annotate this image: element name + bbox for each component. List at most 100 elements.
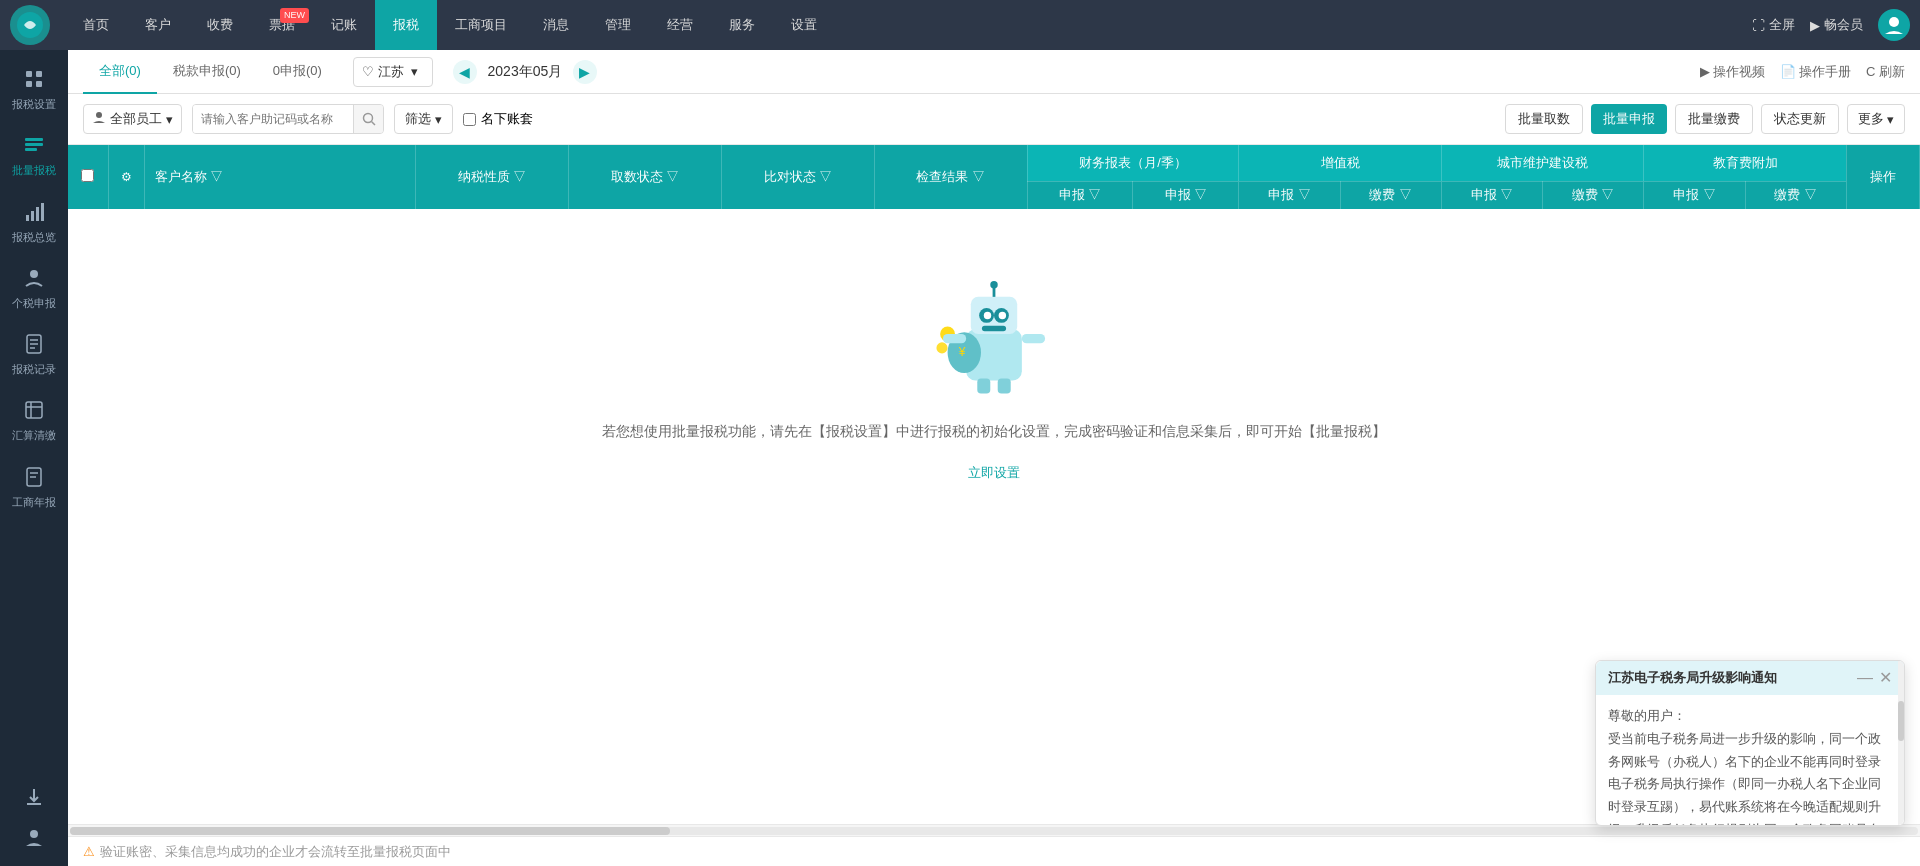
popup-header: 江苏电子税务局升级影响通知 — ✕ [1596, 661, 1904, 695]
svg-point-34 [998, 312, 1005, 319]
batch-fetch-button[interactable]: 批量取数 [1505, 104, 1583, 134]
th-fetch-status: 取数状态 ▽ [569, 145, 722, 209]
search-button[interactable] [353, 105, 383, 133]
sidebar-item-settlement[interactable]: 汇算清缴 [0, 386, 68, 452]
th-vat: 增值税 [1239, 145, 1442, 181]
svg-point-13 [30, 270, 38, 278]
robot-illustration: ¥ [929, 269, 1059, 399]
sidebar-item-batch-tax[interactable]: 批量报税 [0, 121, 68, 187]
nav-service[interactable]: 服务 [711, 0, 773, 50]
nav-business[interactable]: 工商项目 [437, 0, 525, 50]
nav-client[interactable]: 客户 [127, 0, 189, 50]
svg-rect-42 [943, 334, 966, 343]
svg-rect-35 [982, 326, 1006, 332]
scroll-thumb[interactable] [70, 827, 670, 835]
svg-rect-12 [41, 203, 44, 221]
scroll-track [70, 827, 1918, 835]
status-update-button[interactable]: 状态更新 [1761, 104, 1839, 134]
manual-icon: 📄 [1780, 64, 1796, 79]
annual-report-icon [20, 463, 48, 491]
tab-bar: 全部(0) 税款申报(0) 0申报(0) ♡ 江苏 ▾ ◀ 2023年05月 ▶ [68, 50, 1920, 94]
tax-records-icon [20, 330, 48, 358]
operation-video-button[interactable]: ▶ 操作视频 [1700, 63, 1765, 81]
nav-operation[interactable]: 经营 [649, 0, 711, 50]
fullscreen-icon: ⛶ [1752, 18, 1765, 33]
tab-tax-declaration[interactable]: 税款申报(0) [157, 50, 257, 94]
sidebar-bottom [0, 779, 68, 866]
popup-minimize-button[interactable]: — [1857, 670, 1873, 686]
nav-settings-top[interactable]: 设置 [773, 0, 835, 50]
operation-manual-button[interactable]: 📄 操作手册 [1780, 63, 1851, 81]
region-selector[interactable]: ♡ 江苏 ▾ [353, 57, 433, 87]
sidebar-item-tax-records[interactable]: 报税记录 [0, 320, 68, 386]
select-all-checkbox[interactable] [81, 169, 94, 182]
popup-content: 尊敬的用户： 受当前电子税务局进一步升级的影响，同一个政务网账号（办税人）名下的… [1608, 705, 1892, 825]
filter-button[interactable]: 筛选 ▾ [394, 104, 453, 134]
sidebar-item-annual-report[interactable]: 工商年报 [0, 453, 68, 519]
batch-declare-button[interactable]: 批量申报 [1591, 104, 1667, 134]
th-client-name: 客户名称 ▽ [144, 145, 416, 209]
popup-scroll-thumb[interactable] [1898, 701, 1904, 741]
refresh-button[interactable]: C 刷新 [1866, 63, 1905, 81]
th-financial-pay: 申报 ▽ [1133, 181, 1239, 209]
sidebar-label-personal-tax: 个税申报 [12, 296, 56, 310]
tab-all[interactable]: 全部(0) [83, 50, 157, 94]
vip-button[interactable]: ▶ 畅会员 [1810, 16, 1863, 34]
th-tax-type: 纳税性质 ▽ [416, 145, 569, 209]
toolbar-right: 批量取数 批量申报 批量缴费 状态更新 更多 ▾ [1505, 104, 1905, 134]
nav-tax[interactable]: 报税 [375, 0, 437, 50]
svg-rect-43 [1022, 334, 1045, 343]
region-icon: ♡ [362, 64, 374, 79]
th-edu-declare: 申报 ▽ [1644, 181, 1745, 209]
setup-link[interactable]: 立即设置 [968, 464, 1020, 482]
sidebar-item-personal-tax[interactable]: 个税申报 [0, 254, 68, 320]
popup-scrollbar[interactable] [1898, 661, 1904, 825]
more-button[interactable]: 更多 ▾ [1847, 104, 1905, 134]
sidebar-download-button[interactable] [16, 779, 52, 815]
batch-pay-button[interactable]: 批量缴费 [1675, 104, 1753, 134]
sidebar-label-tax-summary: 报税总览 [12, 230, 56, 244]
svg-rect-9 [26, 215, 29, 221]
accounts-checkbox[interactable] [463, 113, 476, 126]
sidebar-user-button[interactable] [16, 820, 52, 856]
svg-rect-5 [36, 81, 42, 87]
nav-billing[interactable]: 收费 [189, 0, 251, 50]
empty-state: ¥ [68, 209, 1920, 542]
toolbar: 全部员工 ▾ 筛选 ▾ 名下账套 批量取数 [68, 94, 1920, 145]
fullscreen-button[interactable]: ⛶ 全屏 [1752, 16, 1795, 34]
date-prev-button[interactable]: ◀ [453, 60, 477, 84]
th-settings: ⚙ [108, 145, 144, 209]
svg-rect-3 [36, 71, 42, 77]
chevron-down-icon: ▾ [166, 112, 173, 127]
nav-accounting[interactable]: 记账 [313, 0, 375, 50]
tax-settings-icon [20, 65, 48, 93]
svg-line-28 [371, 122, 375, 126]
date-next-button[interactable]: ▶ [573, 60, 597, 84]
play-icon: ▶ [1810, 18, 1820, 33]
nav-message[interactable]: 消息 [525, 0, 587, 50]
sidebar-item-tax-settings[interactable]: 报税设置 [0, 55, 68, 121]
nav-home[interactable]: 首页 [65, 0, 127, 50]
date-display: 2023年05月 [485, 63, 565, 81]
popup-close-button[interactable]: ✕ [1879, 670, 1892, 686]
sidebar-label-tax-records: 报税记录 [12, 362, 56, 376]
svg-text:¥: ¥ [957, 345, 965, 359]
bottom-notice: ⚠ 验证账密、采集信息均成功的企业才会流转至批量报税页面中 [68, 836, 1920, 866]
th-vat-pay: 缴费 ▽ [1340, 181, 1441, 209]
svg-rect-4 [26, 81, 32, 87]
sidebar-item-tax-summary[interactable]: 报税总览 [0, 188, 68, 254]
tax-summary-icon [20, 198, 48, 226]
checkbox-accounts[interactable]: 名下账套 [463, 110, 533, 128]
popup-notification: 江苏电子税务局升级影响通知 — ✕ 尊敬的用户： 受当前电子税务局进一步升级的影… [1595, 660, 1905, 826]
th-city-pay: 缴费 ▽ [1543, 181, 1644, 209]
employee-filter-dropdown[interactable]: 全部员工 ▾ [83, 104, 182, 134]
nav-invoice[interactable]: 票据 NEW [251, 0, 313, 50]
nav-management[interactable]: 管理 [587, 0, 649, 50]
svg-rect-2 [26, 71, 32, 77]
chevron-down-icon: ▾ [1887, 112, 1894, 127]
empty-message: 若您想使用批量报税功能，请先在【报税设置】中进行报税的初始化设置，完成密码验证和… [602, 419, 1386, 444]
user-avatar[interactable] [1878, 9, 1910, 41]
th-city-construction: 城市维护建设税 [1441, 145, 1644, 181]
tab-zero-declaration[interactable]: 0申报(0) [257, 50, 338, 94]
search-input[interactable] [193, 105, 353, 133]
